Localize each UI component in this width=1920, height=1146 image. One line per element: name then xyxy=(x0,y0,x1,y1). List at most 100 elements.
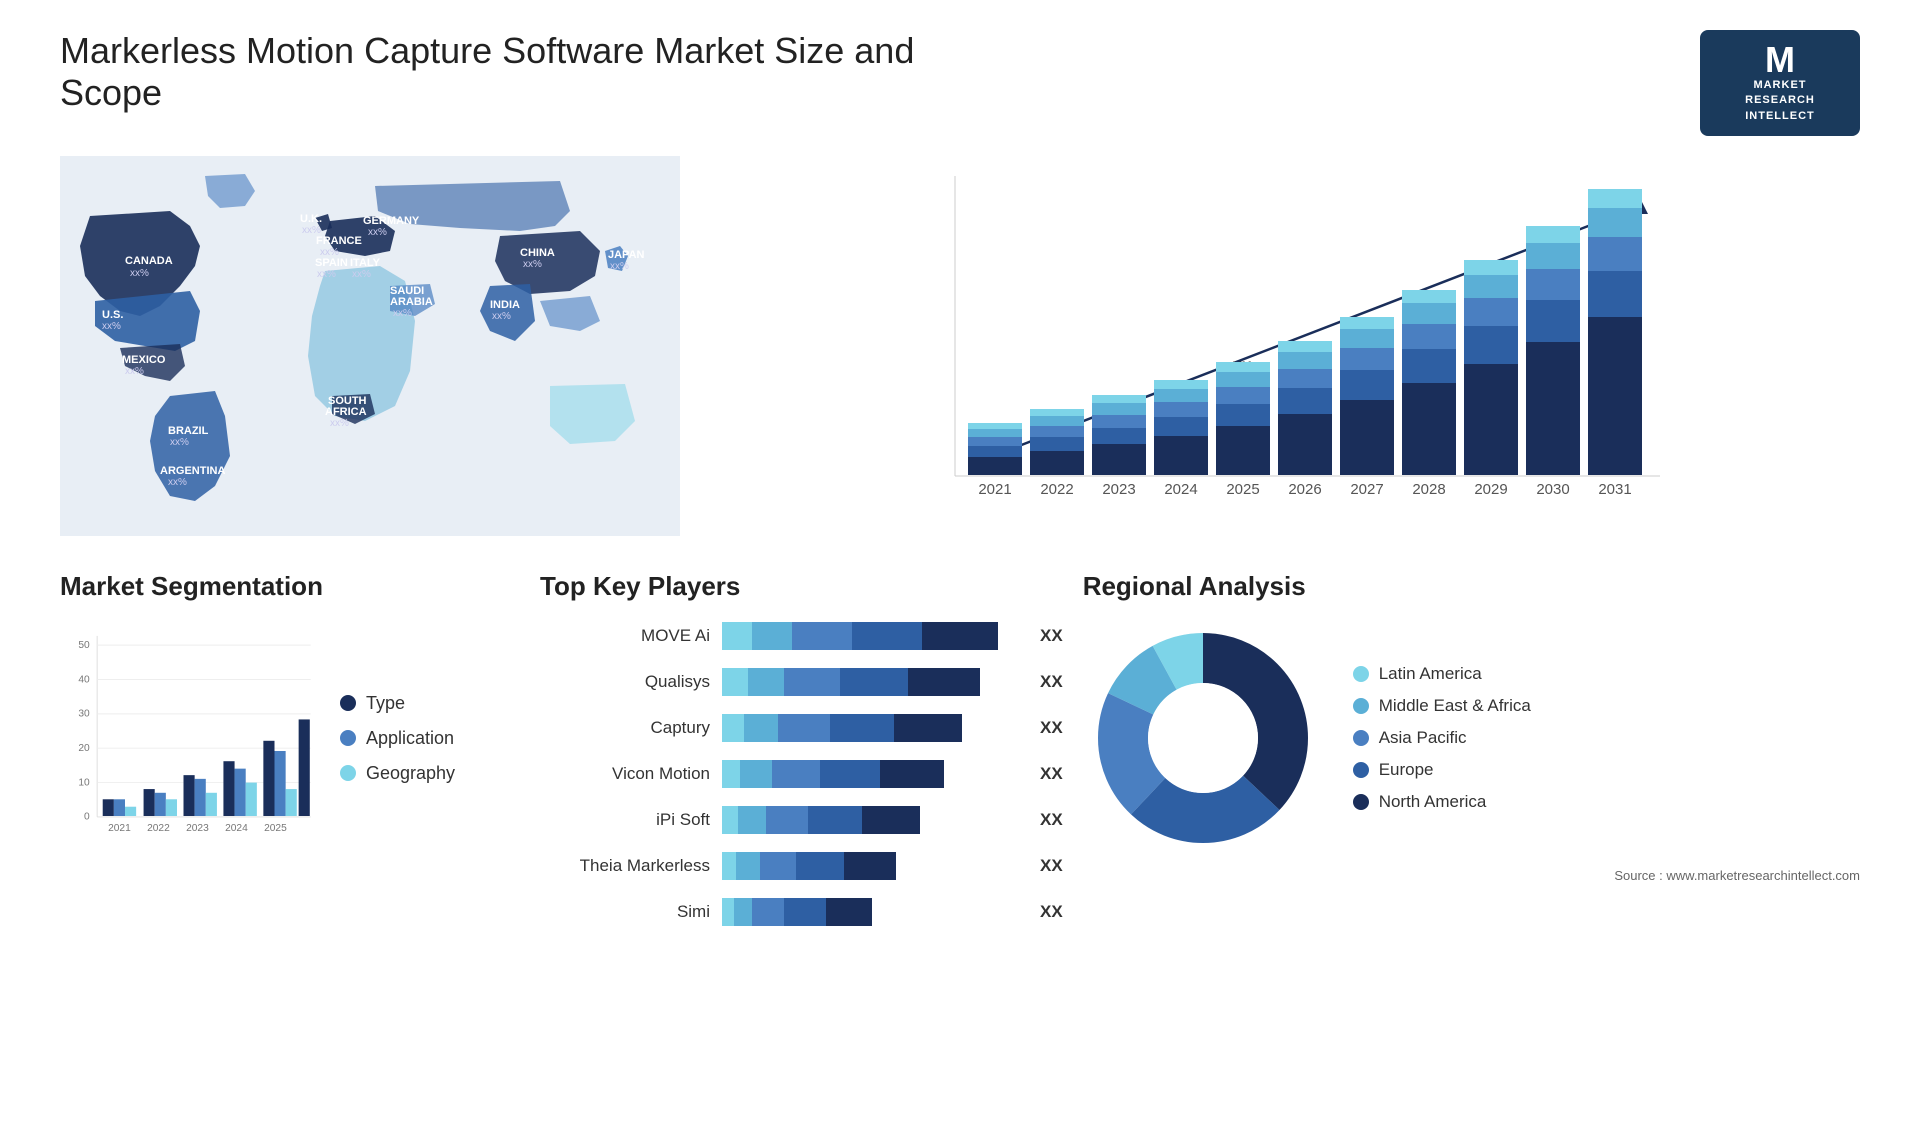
svg-text:10: 10 xyxy=(78,778,90,789)
svg-text:CANADA: CANADA xyxy=(125,255,173,267)
logo-letter: M xyxy=(1765,42,1795,78)
svg-text:2031: 2031 xyxy=(1598,481,1631,498)
player-row-vicon: Vicon Motion XX xyxy=(540,756,1063,792)
player-bar-ipi xyxy=(722,802,1022,838)
legend-label-application: Application xyxy=(366,728,454,749)
world-map: CANADA xx% U.S. xx% MEXICO xx% BRAZIL xx… xyxy=(60,156,680,536)
svg-text:CHINA: CHINA xyxy=(520,247,555,259)
svg-text:xx%: xx% xyxy=(352,269,371,280)
donut-and-legend: Latin America Middle East & Africa Asia … xyxy=(1083,618,1860,858)
logo: M MARKET RESEARCH INTELLECT xyxy=(1700,30,1860,136)
svg-text:SPAIN: SPAIN xyxy=(315,257,348,269)
reg-label-na: North America xyxy=(1379,792,1487,812)
svg-text:2023: 2023 xyxy=(186,823,209,834)
svg-text:50: 50 xyxy=(78,640,90,651)
svg-text:xx%: xx% xyxy=(317,269,336,280)
segmentation-chart: 0 10 20 30 40 50 xyxy=(60,618,320,858)
player-name-captury: Captury xyxy=(540,718,710,738)
map-area: CANADA xx% U.S. xx% MEXICO xx% BRAZIL xx… xyxy=(60,156,680,541)
player-name-ipi: iPi Soft xyxy=(540,810,710,830)
svg-text:xx%: xx% xyxy=(330,418,349,429)
svg-text:BRAZIL: BRAZIL xyxy=(168,425,209,437)
player-xx-qualisys: XX xyxy=(1040,672,1063,692)
reg-dot-mea xyxy=(1353,698,1369,714)
svg-text:0: 0 xyxy=(84,812,90,823)
player-name-qualisys: Qualisys xyxy=(540,672,710,692)
svg-text:2024: 2024 xyxy=(1164,481,1197,498)
svg-text:2027: 2027 xyxy=(1350,481,1383,498)
svg-text:xx%: xx% xyxy=(610,261,629,272)
reg-dot-na xyxy=(1353,794,1369,810)
svg-text:xx%: xx% xyxy=(492,311,511,322)
svg-text:xx%: xx% xyxy=(130,268,149,279)
player-bar-captury xyxy=(722,710,1022,746)
page-container: Markerless Motion Capture Software Marke… xyxy=(0,0,1920,1146)
svg-text:30: 30 xyxy=(78,709,90,720)
svg-text:2030: 2030 xyxy=(1536,481,1569,498)
svg-text:U.K.: U.K. xyxy=(300,213,322,225)
svg-text:xx%: xx% xyxy=(168,477,187,488)
player-name-simi: Simi xyxy=(540,902,710,922)
donut-chart xyxy=(1083,618,1323,858)
player-xx-moveai: XX xyxy=(1040,626,1063,646)
player-bar-simi xyxy=(722,894,1022,930)
svg-text:FRANCE: FRANCE xyxy=(316,235,362,247)
svg-text:2023: 2023 xyxy=(1102,481,1135,498)
svg-text:40: 40 xyxy=(78,674,90,685)
svg-text:AFRICA: AFRICA xyxy=(325,406,367,418)
legend-geography: Geography xyxy=(340,763,455,784)
svg-text:ARABIA: ARABIA xyxy=(390,296,433,308)
svg-text:2022: 2022 xyxy=(147,823,170,834)
player-row-qualisys: Qualisys XX xyxy=(540,664,1063,700)
svg-text:2022: 2022 xyxy=(1040,481,1073,498)
bottom-section: Market Segmentation 0 10 20 30 xyxy=(60,571,1860,940)
legend-application: Application xyxy=(340,728,455,749)
reg-dot-europe xyxy=(1353,762,1369,778)
svg-text:GERMANY: GERMANY xyxy=(363,215,420,227)
svg-text:2025: 2025 xyxy=(264,823,287,834)
svg-text:INDIA: INDIA xyxy=(490,299,520,311)
player-bar-moveai xyxy=(722,618,1022,654)
svg-text:xx%: xx% xyxy=(368,227,387,238)
svg-text:2025: 2025 xyxy=(1226,481,1259,498)
svg-text:2024: 2024 xyxy=(225,823,248,834)
regional-area: Regional Analysis xyxy=(1083,571,1860,883)
logo-text: MARKET RESEARCH INTELLECT xyxy=(1745,78,1815,124)
player-bar-qualisys xyxy=(722,664,1022,700)
svg-text:2028: 2028 xyxy=(1412,481,1445,498)
svg-text:xx%: xx% xyxy=(102,321,121,332)
growth-bar-chart: XX XX XX XX XX XX XX XX XX XX xyxy=(720,156,1860,536)
legend-dot-geography xyxy=(340,765,356,781)
source-text: Source : www.marketresearchintellect.com xyxy=(1083,868,1860,883)
segmentation-legend: Type Application Geography xyxy=(340,693,455,784)
player-name-moveai: MOVE Ai xyxy=(540,626,710,646)
regional-title: Regional Analysis xyxy=(1083,571,1860,602)
svg-text:20: 20 xyxy=(78,743,90,754)
player-xx-vicon: XX xyxy=(1040,764,1063,784)
svg-text:2029: 2029 xyxy=(1474,481,1507,498)
svg-text:U.S.: U.S. xyxy=(102,309,123,321)
reg-label-latin: Latin America xyxy=(1379,664,1482,684)
reg-legend-europe: Europe xyxy=(1353,760,1531,780)
player-xx-ipi: XX xyxy=(1040,810,1063,830)
key-players-title: Top Key Players xyxy=(540,571,1063,602)
player-bar-theia xyxy=(722,848,1022,884)
svg-text:JAPAN: JAPAN xyxy=(608,249,645,261)
player-xx-theia: XX xyxy=(1040,856,1063,876)
reg-legend-latin: Latin America xyxy=(1353,664,1531,684)
player-xx-captury: XX xyxy=(1040,718,1063,738)
key-players-area: Top Key Players MOVE Ai XX Qualisys xyxy=(540,571,1063,940)
regional-legend: Latin America Middle East & Africa Asia … xyxy=(1353,664,1531,812)
reg-label-apac: Asia Pacific xyxy=(1379,728,1467,748)
reg-legend-apac: Asia Pacific xyxy=(1353,728,1531,748)
player-row-simi: Simi XX xyxy=(540,894,1063,930)
legend-dot-application xyxy=(340,730,356,746)
svg-text:ARGENTINA: ARGENTINA xyxy=(160,465,225,477)
svg-text:xx%: xx% xyxy=(125,366,144,377)
svg-text:ITALY: ITALY xyxy=(350,257,381,269)
legend-label-type: Type xyxy=(366,693,405,714)
reg-legend-mea: Middle East & Africa xyxy=(1353,696,1531,716)
player-row-captury: Captury XX xyxy=(540,710,1063,746)
player-name-theia: Theia Markerless xyxy=(540,856,710,876)
legend-type: Type xyxy=(340,693,455,714)
